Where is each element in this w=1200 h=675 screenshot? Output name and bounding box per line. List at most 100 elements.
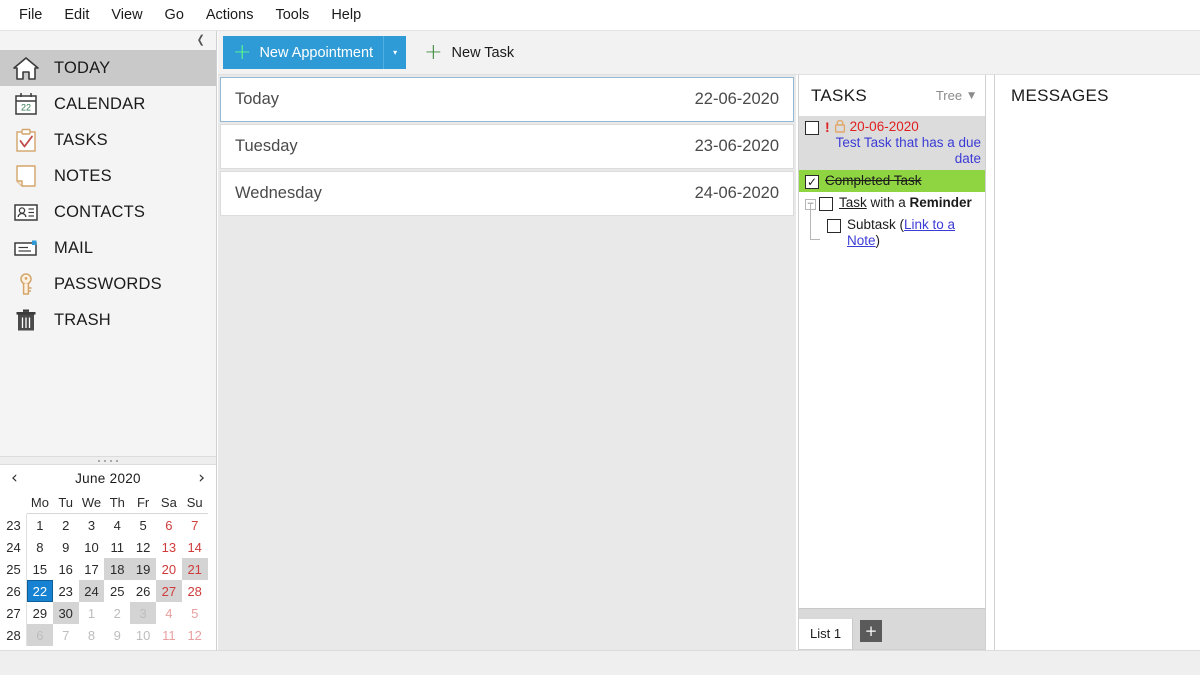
- day-row[interactable]: Tuesday 23-06-2020: [220, 124, 794, 169]
- tasks-panel-title: TASKS: [811, 85, 867, 105]
- calendar-day-cell[interactable]: 10: [79, 536, 105, 558]
- mini-calendar: ‹ June 2020 › Mo Tu We Th Fr Sa Su 23 1 2 3 4 5 6 7 24 8…: [0, 465, 217, 650]
- calendar-day-cell[interactable]: 11: [104, 536, 130, 558]
- sidebar-item-notes[interactable]: NOTES: [0, 158, 216, 194]
- calendar-day-cell[interactable]: 10: [130, 624, 156, 646]
- sidebar-item-mail[interactable]: MAIL: [0, 230, 216, 266]
- task-list-tab[interactable]: List 1: [799, 619, 854, 649]
- calendar-day-cell[interactable]: 12: [182, 624, 208, 646]
- task-checkbox[interactable]: [819, 197, 833, 211]
- calendar-day-cell[interactable]: 11: [156, 624, 182, 646]
- menu-item-help[interactable]: Help: [320, 4, 372, 27]
- add-list-button[interactable]: +: [860, 620, 883, 642]
- day-row[interactable]: Today 22-06-2020: [220, 77, 794, 122]
- week-number-header: [1, 491, 27, 513]
- task-row[interactable]: ! 20-06-2020 Test Task that has a due date: [799, 116, 985, 170]
- messages-panel: MESSAGES: [994, 75, 1200, 650]
- calendar-day-cell[interactable]: 16: [53, 558, 79, 580]
- calendar-day-cell[interactable]: 1: [79, 602, 105, 624]
- day-of-week-header: Th: [109, 494, 125, 510]
- next-month-icon[interactable]: ›: [195, 469, 208, 487]
- sidebar-splitter-handle[interactable]: [0, 456, 217, 465]
- collapse-sidebar-icon[interactable]: ❮: [196, 35, 204, 46]
- calendar-day-cell[interactable]: 19: [130, 558, 156, 580]
- calendar-day-cell[interactable]: 23: [53, 580, 79, 602]
- prev-month-icon[interactable]: ‹: [8, 469, 21, 487]
- task-row[interactable]: ✓ Completed Task: [799, 170, 985, 192]
- calendar-day-cell[interactable]: 7: [53, 624, 79, 646]
- day-of-week-header: Mo: [30, 494, 49, 510]
- calendar-day-cell[interactable]: 15: [27, 558, 53, 580]
- sidebar-item-passwords[interactable]: PASSWORDS: [0, 266, 216, 302]
- new-task-label: New Task: [451, 44, 515, 61]
- menu-item-view[interactable]: View: [100, 4, 153, 27]
- new-task-button[interactable]: + New Task: [420, 36, 524, 69]
- day-of-week-header: Tu: [58, 494, 74, 510]
- sidebar-item-today[interactable]: TODAY: [0, 50, 216, 86]
- plus-icon: +: [424, 39, 443, 65]
- task-row[interactable]: − Task with a Reminder: [799, 192, 985, 214]
- calendar-day-cell[interactable]: 8: [79, 624, 105, 646]
- task-title-plain: with a: [866, 195, 910, 210]
- task-row[interactable]: Subtask (Link to a Note): [799, 203, 985, 252]
- calendar-day-cell[interactable]: 1: [27, 514, 53, 536]
- calendar-day-cell[interactable]: 7: [182, 514, 208, 536]
- calendar-day-cell[interactable]: 3: [79, 514, 105, 536]
- calendar-day-cell[interactable]: 5: [130, 514, 156, 536]
- menu-item-tools[interactable]: Tools: [264, 4, 320, 27]
- menu-item-go[interactable]: Go: [154, 4, 195, 27]
- tasks-view-mode-dropdown[interactable]: Tree ▼: [936, 88, 975, 103]
- calendar-day-cell[interactable]: 6: [27, 624, 53, 646]
- day-of-week-header: Fr: [136, 494, 150, 510]
- tasks-panel-header: TASKS Tree ▼: [799, 75, 985, 116]
- sidebar-item-calendar[interactable]: 22 CALENDAR: [0, 86, 216, 122]
- subtask-checkbox[interactable]: [827, 219, 841, 233]
- calendar-day-cell[interactable]: 9: [104, 624, 130, 646]
- calendar-day-cell[interactable]: 3: [130, 602, 156, 624]
- task-checkbox[interactable]: [805, 121, 819, 135]
- calendar-day-cell[interactable]: 29: [27, 602, 53, 624]
- mini-calendar-grid: Mo Tu We Th Fr Sa Su 23 1 2 3 4 5 6 7 24 8 9 10 11 12 13 14 25 1…: [0, 491, 216, 646]
- calendar-day-cell[interactable]: 12: [130, 536, 156, 558]
- calendar-day-cell[interactable]: 28: [182, 580, 208, 602]
- subtask-title: Subtask (: [847, 217, 905, 232]
- new-appointment-button[interactable]: + New Appointment ▾: [223, 36, 407, 69]
- menu-item-file[interactable]: File: [8, 4, 53, 27]
- task-content: Task with a Reminder: [839, 195, 981, 211]
- calendar-day-cell[interactable]: 27: [155, 580, 182, 602]
- calendar-day-cell[interactable]: 2: [53, 514, 79, 536]
- calendar-day-cell[interactable]: 4: [156, 602, 182, 624]
- calendar-day-cell[interactable]: 2: [104, 602, 130, 624]
- calendar-day-cell[interactable]: 24: [78, 580, 105, 602]
- clipboard-check-icon: [10, 125, 42, 155]
- sidebar-item-tasks[interactable]: TASKS: [0, 122, 216, 158]
- sidebar-item-trash[interactable]: TRASH: [0, 302, 216, 338]
- calendar-day-cell[interactable]: 30: [52, 602, 79, 624]
- sidebar-item-label: CALENDAR: [54, 94, 146, 113]
- calendar-day-cell[interactable]: 6: [156, 514, 182, 536]
- calendar-day-cell[interactable]: 26: [130, 580, 156, 602]
- menu-item-actions[interactable]: Actions: [195, 4, 265, 27]
- calendar-day-cell[interactable]: 5: [182, 602, 208, 624]
- calendar-day-cell[interactable]: 22: [27, 580, 53, 602]
- menu-item-edit[interactable]: Edit: [53, 4, 100, 27]
- home-icon: [10, 53, 42, 83]
- calendar-day-cell[interactable]: 17: [79, 558, 105, 580]
- calendar-day-cell[interactable]: 4: [104, 514, 130, 536]
- day-name: Today: [235, 90, 280, 108]
- calendar-day-cell[interactable]: 9: [53, 536, 79, 558]
- chevron-down-icon[interactable]: ▾: [384, 36, 406, 69]
- calendar-day-cell[interactable]: 13: [156, 536, 182, 558]
- day-row[interactable]: Wednesday 24-06-2020: [220, 171, 794, 216]
- calendar-day-cell[interactable]: 21: [181, 558, 208, 580]
- tasks-list: ! 20-06-2020 Test Task that has a due date…: [799, 116, 985, 608]
- task-title: Completed Task: [825, 173, 922, 188]
- calendar-day-cell[interactable]: 18: [104, 558, 131, 580]
- week-number: 26: [1, 580, 27, 602]
- calendar-day-cell[interactable]: 8: [27, 536, 53, 558]
- calendar-day-cell[interactable]: 25: [104, 580, 130, 602]
- sidebar-item-contacts[interactable]: CONTACTS: [0, 194, 216, 230]
- task-checkbox[interactable]: ✓: [805, 175, 819, 189]
- calendar-day-cell[interactable]: 20: [156, 558, 182, 580]
- calendar-day-cell[interactable]: 14: [182, 536, 208, 558]
